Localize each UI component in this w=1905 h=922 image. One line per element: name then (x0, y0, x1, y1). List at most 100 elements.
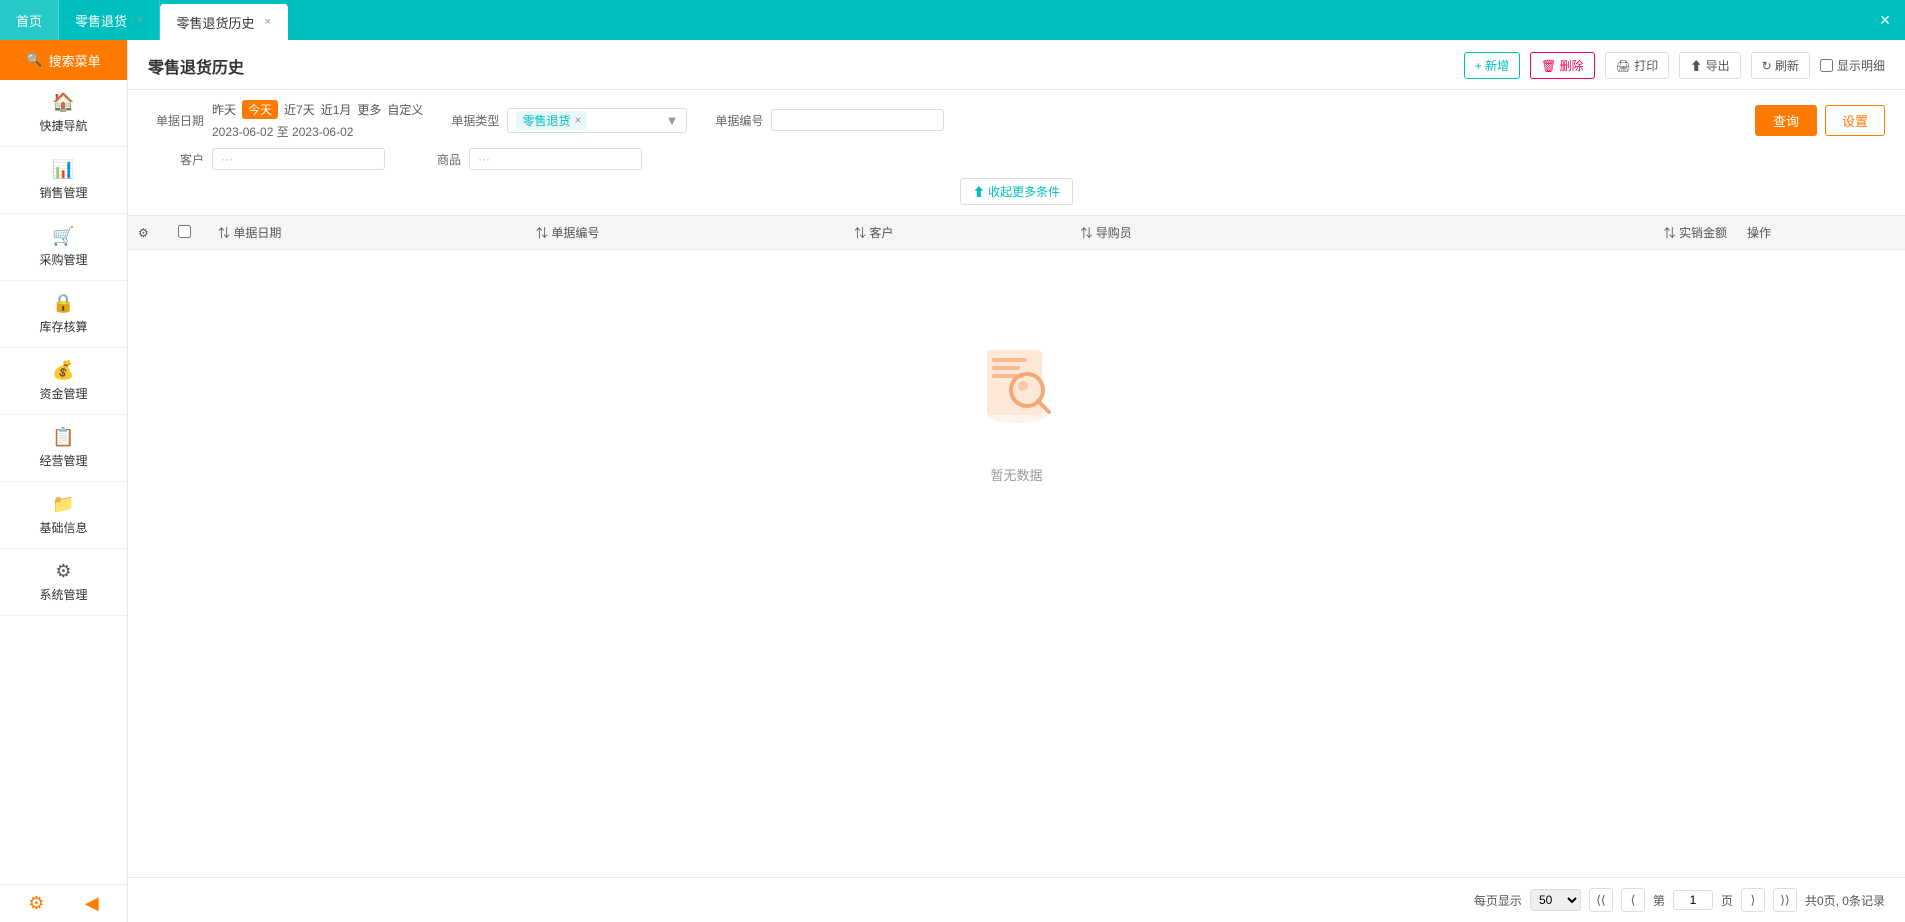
retail-return-close-icon[interactable]: × (137, 14, 143, 26)
sidebar-bottom: ⚙ ◀ (0, 884, 127, 922)
query-button[interactable]: 查询 (1755, 105, 1817, 136)
show-detail-checkbox-group: 显示明细 (1820, 57, 1885, 74)
date-opt-more[interactable]: 更多 (357, 101, 381, 118)
inventory-label: 库存核算 (39, 318, 87, 335)
date-opt-1month[interactable]: 近1月 (321, 101, 352, 118)
empty-state-row: 暂无数据 (128, 250, 1905, 565)
first-page-button[interactable]: ⟨⟨ (1589, 888, 1613, 912)
quick-nav-label: 快捷导航 (39, 117, 87, 134)
finance-label: 资金管理 (39, 385, 87, 402)
type-filter-select[interactable]: 零售退货 × ▼ (507, 108, 687, 133)
tab-home[interactable]: 首页 (0, 0, 59, 40)
customer-filter-label: 客户 (148, 151, 204, 168)
main-layout: 🔍 搜索菜单 🏠 快捷导航 📊 销售管理 🛒 采购管理 🔒 库存核算 💰 (0, 40, 1905, 922)
sidebar-item-base-info[interactable]: 📁 基础信息 (0, 482, 127, 549)
page-header: 零售退货历史 + 新增 🗑 删除 🖨 打印 ⬆ 导出 ↻ 刷新 显示明细 (128, 40, 1905, 90)
customer-filter-group: 客户 (148, 148, 385, 170)
print-button[interactable]: 🖨 打印 (1605, 52, 1670, 79)
table-header: ⚙ ⇅ 单据日期 ⇅ 单据编号 ⇅ 客户 ⇅ 导购员 (128, 216, 1905, 250)
th-date[interactable]: ⇅ 单据日期 (208, 216, 526, 250)
th-amount[interactable]: ⇅ 实销金额 (1419, 216, 1737, 250)
th-customer[interactable]: ⇅ 客户 (844, 216, 1070, 250)
filter-area: 单据日期 昨天 今天 近7天 近1月 更多 自定义 2023-06-02 至 2… (128, 90, 1905, 216)
tab-retail-return[interactable]: 零售退货 × (59, 0, 160, 40)
th-amount-label: ⇅ 实销金额 (1664, 226, 1727, 240)
date-opt-yesterday[interactable]: 昨天 (212, 101, 236, 118)
empty-illustration (967, 330, 1067, 430)
page-label: 第 (1653, 892, 1665, 909)
quick-nav-icon: 🏠 (52, 92, 74, 113)
search-icon: 🔍 (26, 52, 42, 68)
goods-filter-label: 商品 (405, 151, 461, 168)
prev-page-button[interactable]: ⟨ (1621, 888, 1645, 912)
next-page-button[interactable]: ⟩ (1741, 888, 1765, 912)
page-size-label: 每页显示 (1474, 892, 1522, 909)
type-filter-group: 单据类型 零售退货 × ▼ (443, 108, 687, 133)
tab-retail-return-history[interactable]: 零售退货历史 × (160, 4, 287, 40)
th-docno-label: ⇅ 单据编号 (536, 226, 599, 240)
docno-filter-label: 单据编号 (707, 112, 763, 129)
date-opt-today[interactable]: 今天 (242, 100, 278, 119)
show-detail-checkbox[interactable] (1820, 59, 1833, 72)
sidebar-item-finance[interactable]: 💰 资金管理 (0, 348, 127, 415)
docno-filter-input[interactable] (771, 109, 944, 131)
last-page-button[interactable]: ⟩⟩ (1773, 888, 1797, 912)
th-settings[interactable]: ⚙ (128, 216, 168, 250)
type-tag-label: 零售退货 (522, 112, 570, 129)
page-unit: 页 (1721, 892, 1733, 909)
date-range-display: 2023-06-02 至 2023-06-02 (212, 123, 423, 140)
sidebar: 🔍 搜索菜单 🏠 快捷导航 📊 销售管理 🛒 采购管理 🔒 库存核算 💰 (0, 40, 128, 922)
collapse-button[interactable]: ⬆ 收起更多条件 (960, 178, 1073, 205)
th-checkbox[interactable] (168, 216, 208, 250)
customer-filter-input[interactable] (212, 148, 385, 170)
goods-filter-input[interactable] (469, 148, 642, 170)
th-date-label: ⇅ 单据日期 (218, 226, 281, 240)
docno-filter-group: 单据编号 (707, 109, 944, 131)
sidebar-item-purchase-mgmt[interactable]: 🛒 采购管理 (0, 214, 127, 281)
th-customer-label: ⇅ 客户 (854, 226, 893, 240)
sidebar-item-sys-mgmt[interactable]: ⚙ 系统管理 (0, 549, 127, 616)
date-opt-custom[interactable]: 自定义 (387, 101, 423, 118)
data-table: ⚙ ⇅ 单据日期 ⇅ 单据编号 ⇅ 客户 ⇅ 导购员 (128, 216, 1905, 564)
new-button[interactable]: + 新增 (1464, 52, 1520, 79)
th-docno[interactable]: ⇅ 单据编号 (526, 216, 844, 250)
total-info: 共0页, 0条记录 (1805, 892, 1885, 909)
sidebar-search[interactable]: 🔍 搜索菜单 (0, 40, 127, 80)
sidebar-item-quick-nav[interactable]: 🏠 快捷导航 (0, 80, 127, 147)
delete-button[interactable]: 🗑 删除 (1530, 52, 1595, 79)
setting-button[interactable]: 设置 (1825, 105, 1885, 136)
sidebar-item-inventory[interactable]: 🔒 库存核算 (0, 281, 127, 348)
sidebar-settings-icon[interactable]: ⚙ (28, 893, 44, 914)
date-filter-group: 单据日期 昨天 今天 近7天 近1月 更多 自定义 2023-06-02 至 2… (148, 100, 423, 140)
export-button[interactable]: ⬆ 导出 (1679, 52, 1740, 79)
th-actions: 操作 (1737, 216, 1905, 250)
sidebar-collapse-icon[interactable]: ◀ (85, 893, 99, 914)
select-all-checkbox[interactable] (178, 225, 191, 238)
sales-icon: 📊 (52, 159, 74, 180)
empty-icon (967, 330, 1067, 449)
type-tag-remove-icon[interactable]: × (574, 113, 581, 127)
tab-list: 首页 零售退货 × 零售退货历史 × (0, 0, 1865, 40)
collapse-row: ⬆ 收起更多条件 (148, 178, 1885, 205)
date-opt-7days[interactable]: 近7天 (284, 101, 315, 118)
refresh-button[interactable]: ↻ 刷新 (1751, 52, 1810, 79)
page-size-select[interactable]: 50 10 20 100 (1530, 889, 1581, 911)
th-spacer (1343, 216, 1419, 250)
home-tab-label: 首页 (16, 11, 42, 30)
retail-return-history-close-icon[interactable]: × (264, 16, 270, 28)
date-filter-label: 单据日期 (148, 112, 204, 129)
type-filter-label: 单据类型 (443, 112, 499, 129)
inventory-icon: 🔒 (52, 293, 74, 314)
page-number-input[interactable] (1673, 890, 1713, 910)
header-actions: + 新增 🗑 删除 🖨 打印 ⬆ 导出 ↻ 刷新 显示明细 (1464, 52, 1885, 79)
filter-row-1: 单据日期 昨天 今天 近7天 近1月 更多 自定义 2023-06-02 至 2… (148, 100, 1885, 140)
sidebar-item-sales-mgmt[interactable]: 📊 销售管理 (0, 147, 127, 214)
sidebar-item-operations[interactable]: 📋 经营管理 (0, 415, 127, 482)
purchase-label: 采购管理 (39, 251, 87, 268)
th-guide[interactable]: ⇅ 导购员 (1070, 216, 1342, 250)
window-close-button[interactable]: × (1865, 0, 1905, 40)
content-area: 零售退货历史 + 新增 🗑 删除 🖨 打印 ⬆ 导出 ↻ 刷新 显示明细 (128, 40, 1905, 922)
goods-filter-group: 商品 (405, 148, 642, 170)
top-bar: 首页 零售退货 × 零售退货历史 × × (0, 0, 1905, 40)
filter-action-buttons: 查询 设置 (1755, 105, 1885, 136)
